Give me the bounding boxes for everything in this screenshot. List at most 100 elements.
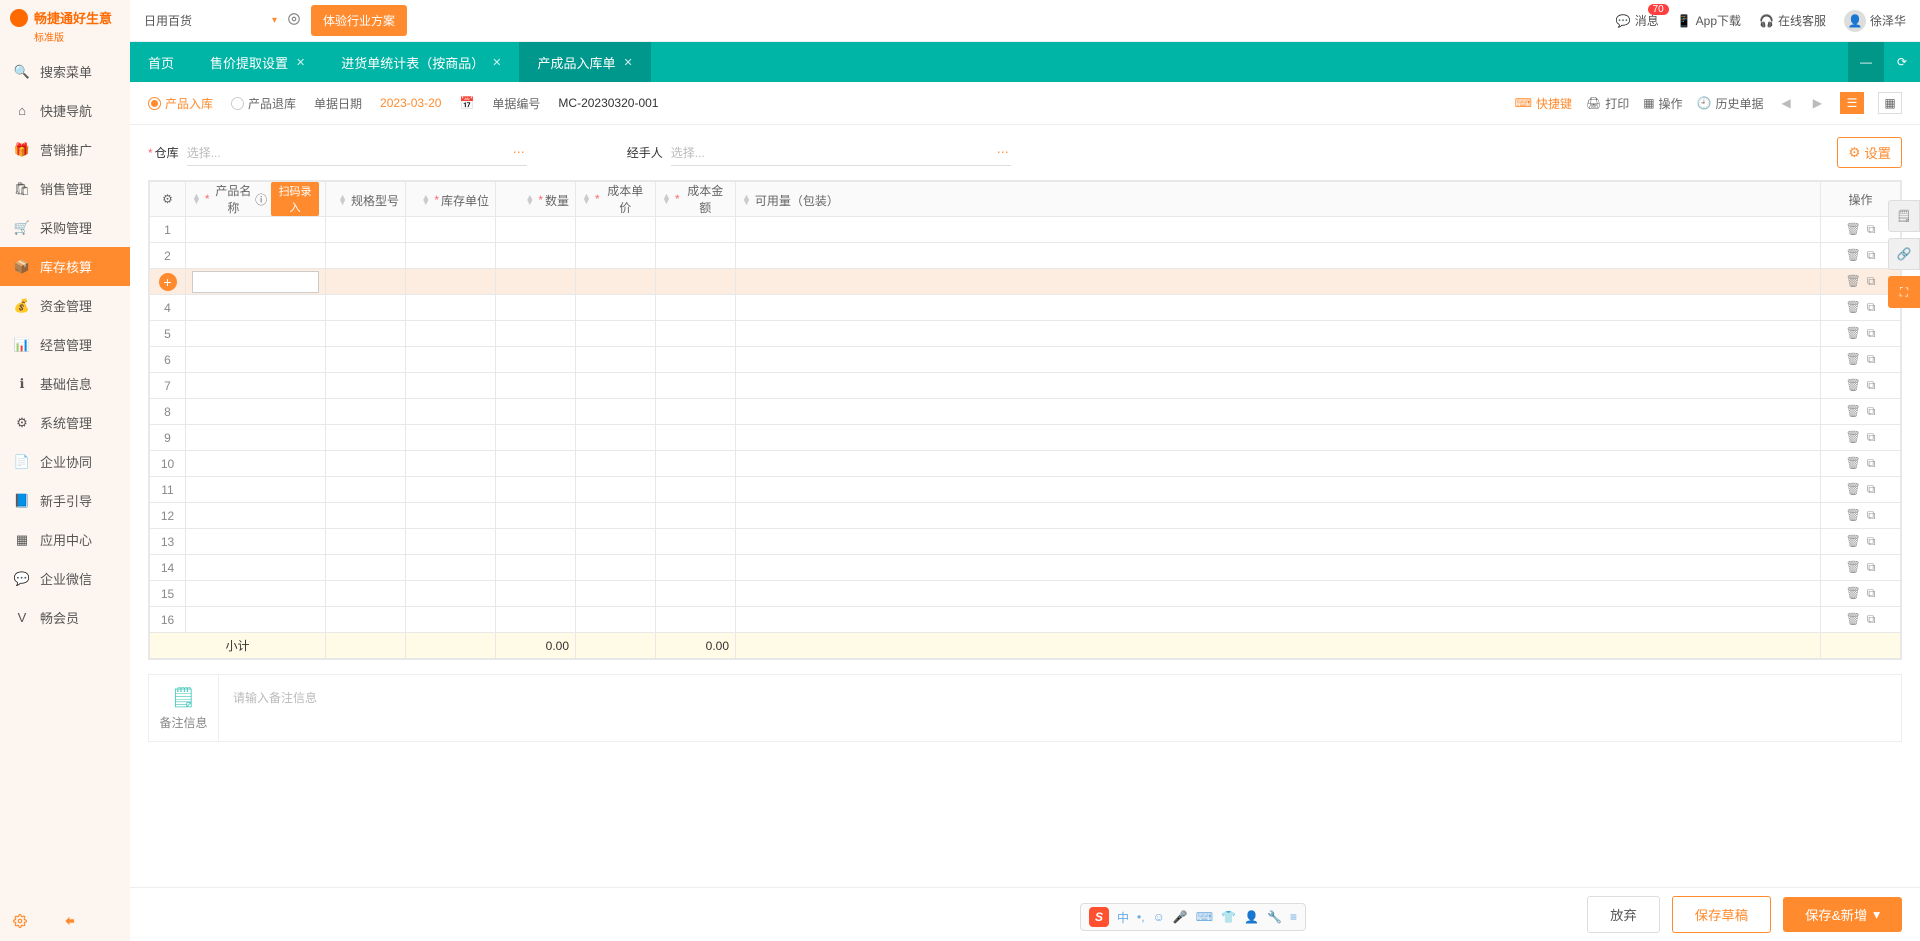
support-button[interactable]: 🎧 在线客服	[1759, 12, 1826, 29]
cell-amount[interactable]	[656, 581, 736, 607]
cell-spec[interactable]	[326, 555, 406, 581]
table-row[interactable]: 4🗑⧉	[150, 295, 1901, 321]
cell-unit[interactable]	[406, 243, 496, 269]
th-unit[interactable]: ▲▼*库存单位	[406, 182, 496, 217]
view-list-button[interactable]: ☰	[1840, 92, 1864, 114]
delete-row-icon[interactable]: 🗑	[1846, 404, 1861, 418]
ime-emoji-icon[interactable]: ☺	[1153, 910, 1165, 924]
copy-row-icon[interactable]: ⧉	[1867, 222, 1876, 237]
cell-available[interactable]	[736, 529, 1821, 555]
cell-unit[interactable]	[406, 607, 496, 633]
table-row[interactable]: 8🗑⧉	[150, 399, 1901, 425]
th-qty[interactable]: ▲▼*数量	[496, 182, 576, 217]
cell-product[interactable]	[186, 269, 326, 295]
tab-3[interactable]: 产成品入库单✕	[519, 42, 650, 82]
copy-row-icon[interactable]: ⧉	[1867, 404, 1876, 419]
cell-qty[interactable]	[496, 529, 576, 555]
delete-row-icon[interactable]: 🗑	[1846, 300, 1861, 314]
menu-item-8[interactable]: ℹ基础信息	[0, 364, 130, 403]
cell-spec[interactable]	[326, 295, 406, 321]
cell-unit[interactable]	[406, 477, 496, 503]
tab-1[interactable]: 售价提取设置✕	[192, 42, 323, 82]
cell-qty[interactable]	[496, 347, 576, 373]
cell-spec[interactable]	[326, 321, 406, 347]
cell-unit[interactable]	[406, 347, 496, 373]
cell-price[interactable]	[576, 555, 656, 581]
copy-row-icon[interactable]: ⧉	[1867, 534, 1876, 549]
ime-toolbar[interactable]: S 中 •, ☺ 🎤 ⌨ 👕 👤 🔧 ≡	[1080, 903, 1306, 931]
cell-amount[interactable]	[656, 451, 736, 477]
menu-item-0[interactable]: 🔍搜索菜单	[0, 52, 130, 91]
menu-item-3[interactable]: 🛍销售管理	[0, 169, 130, 208]
tab-close-icon[interactable]: ✕	[492, 56, 501, 69]
ime-user-icon[interactable]: 👤	[1244, 910, 1259, 924]
next-doc-button[interactable]: ▶	[1809, 96, 1826, 110]
calendar-icon[interactable]: 📅	[459, 96, 474, 110]
delete-row-icon[interactable]: 🗑	[1846, 248, 1861, 262]
cell-spec[interactable]	[326, 503, 406, 529]
cell-unit[interactable]	[406, 503, 496, 529]
cell-unit[interactable]	[406, 321, 496, 347]
cell-unit[interactable]	[406, 451, 496, 477]
rail-link-button[interactable]: 🔗	[1888, 238, 1920, 270]
cell-product[interactable]	[186, 373, 326, 399]
menu-item-12[interactable]: ▦应用中心	[0, 520, 130, 559]
category-dropdown[interactable]: 日用百货 ▾	[144, 12, 277, 29]
cell-amount[interactable]	[656, 243, 736, 269]
cell-amount[interactable]	[656, 217, 736, 243]
cell-product[interactable]	[186, 217, 326, 243]
cell-amount[interactable]	[656, 477, 736, 503]
th-product[interactable]: ▲▼*产品名称 ⓘ 扫码录入	[186, 182, 326, 217]
discard-button[interactable]: 放弃	[1587, 896, 1660, 933]
tab-2[interactable]: 进货单统计表（按商品）✕	[323, 42, 519, 82]
app-download-button[interactable]: 📱 App下载	[1677, 12, 1741, 29]
cell-product[interactable]	[186, 581, 326, 607]
product-input[interactable]	[192, 271, 319, 293]
th-spec[interactable]: ▲▼规格型号	[326, 182, 406, 217]
cell-available[interactable]	[736, 321, 1821, 347]
table-row[interactable]: 5🗑⧉	[150, 321, 1901, 347]
delete-row-icon[interactable]: 🗑	[1846, 274, 1861, 288]
cell-available[interactable]	[736, 555, 1821, 581]
cell-unit[interactable]	[406, 529, 496, 555]
cell-spec[interactable]	[326, 477, 406, 503]
cell-spec[interactable]	[326, 243, 406, 269]
history-button[interactable]: 🕘 历史单据	[1697, 95, 1764, 112]
cell-price[interactable]	[576, 373, 656, 399]
prev-doc-button[interactable]: ◀	[1778, 96, 1795, 110]
save-new-button[interactable]: 保存&新增▾	[1783, 897, 1902, 932]
copy-row-icon[interactable]: ⧉	[1867, 378, 1876, 393]
rail-note-button[interactable]: 🗒	[1888, 200, 1920, 232]
cell-price[interactable]	[576, 581, 656, 607]
cell-product[interactable]	[186, 607, 326, 633]
rail-expand-button[interactable]: ⛶	[1888, 276, 1920, 308]
cell-product[interactable]	[186, 347, 326, 373]
cell-amount[interactable]	[656, 607, 736, 633]
cell-price[interactable]	[576, 269, 656, 295]
handler-select[interactable]: 选择... ⋯	[671, 140, 1011, 166]
delete-row-icon[interactable]: 🗑	[1846, 456, 1861, 470]
ime-skin-icon[interactable]: 👕	[1221, 910, 1236, 924]
settings-button[interactable]: ⚙ 设置	[1837, 137, 1902, 168]
copy-row-icon[interactable]: ⧉	[1867, 430, 1876, 445]
table-row[interactable]: 9🗑⧉	[150, 425, 1901, 451]
delete-row-icon[interactable]: 🗑	[1846, 482, 1861, 496]
copy-row-icon[interactable]: ⧉	[1867, 326, 1876, 341]
cell-qty[interactable]	[496, 269, 576, 295]
cell-product[interactable]	[186, 321, 326, 347]
cell-amount[interactable]	[656, 347, 736, 373]
cell-available[interactable]	[736, 217, 1821, 243]
cell-amount[interactable]	[656, 399, 736, 425]
tab-0[interactable]: 首页	[130, 42, 192, 82]
cell-qty[interactable]	[496, 399, 576, 425]
th-config[interactable]: ⚙	[150, 182, 186, 217]
cell-price[interactable]	[576, 425, 656, 451]
cell-qty[interactable]	[496, 581, 576, 607]
cell-spec[interactable]	[326, 217, 406, 243]
cell-price[interactable]	[576, 295, 656, 321]
cell-available[interactable]	[736, 373, 1821, 399]
cell-unit[interactable]	[406, 399, 496, 425]
copy-row-icon[interactable]: ⧉	[1867, 456, 1876, 471]
menu-item-9[interactable]: ⚙系统管理	[0, 403, 130, 442]
tabs-minimize-button[interactable]: —	[1848, 42, 1884, 82]
